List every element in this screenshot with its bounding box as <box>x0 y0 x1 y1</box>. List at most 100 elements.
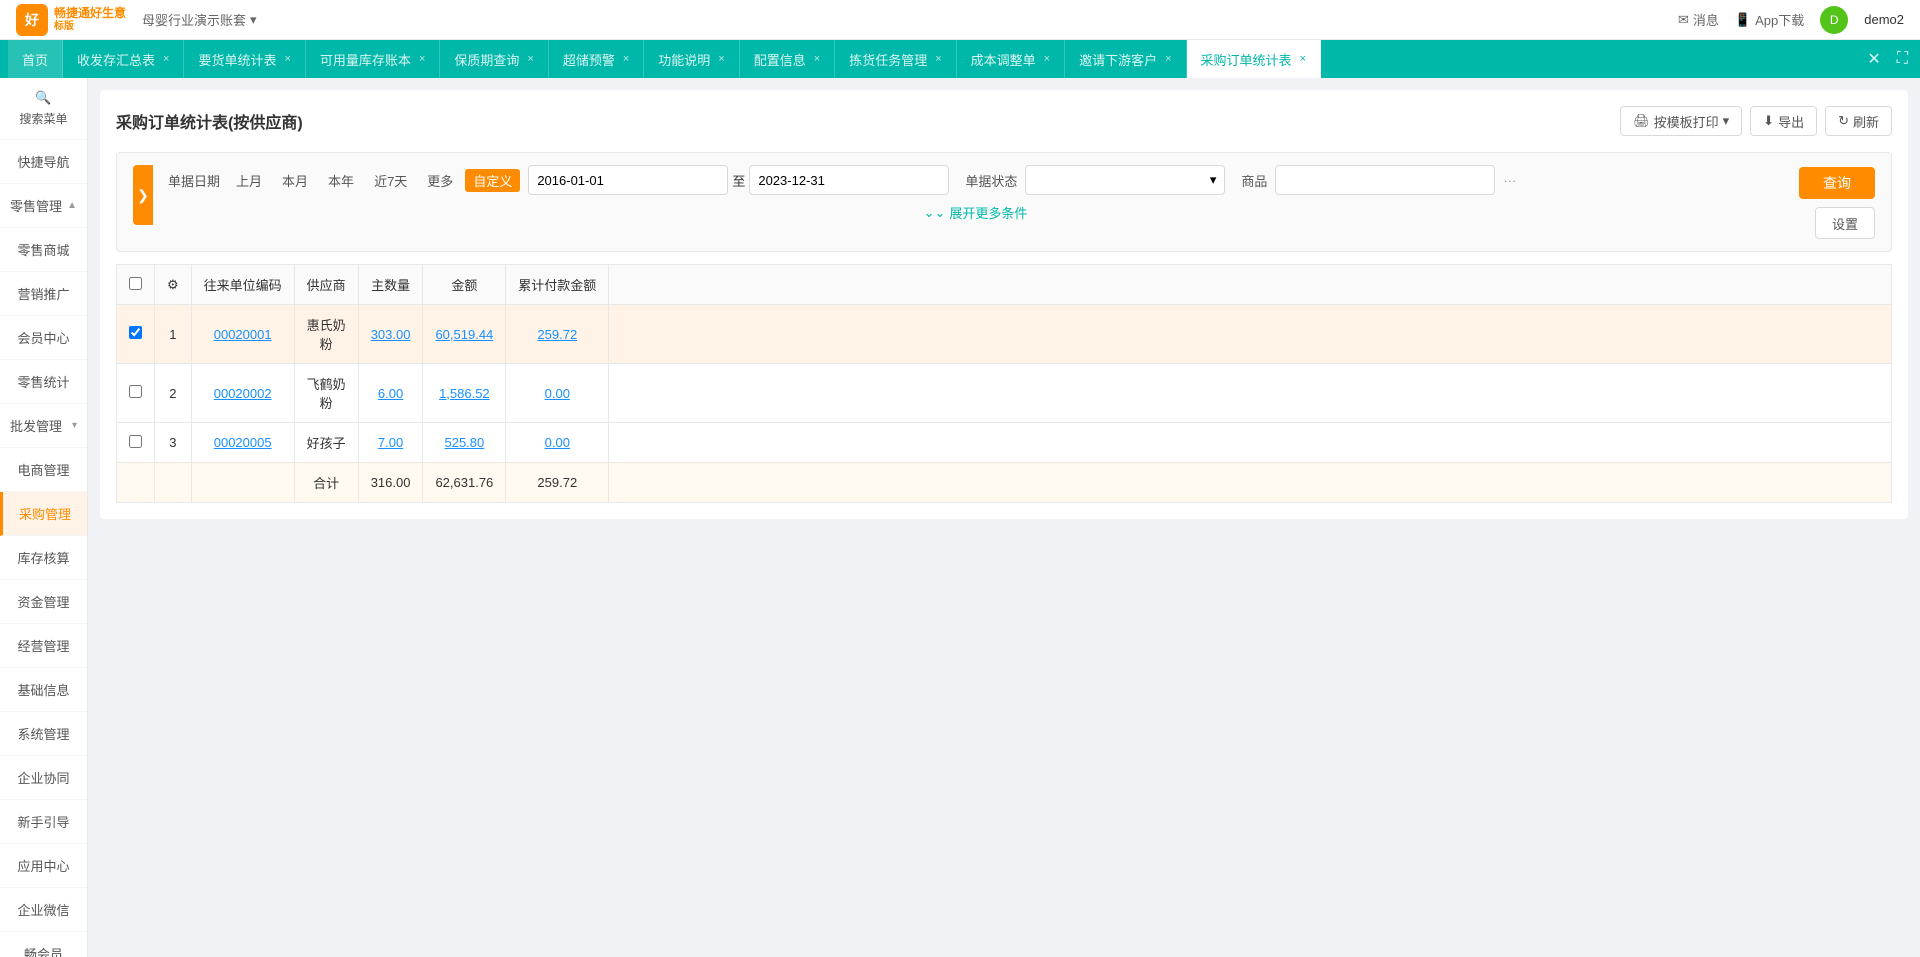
tab-expiry-query[interactable]: 保质期查询 × <box>440 40 548 78</box>
shortcut-custom[interactable]: 自定义 <box>465 169 520 192</box>
close-tab-order-stats[interactable]: × <box>284 53 290 65</box>
footer-amount: 62,631.76 <box>423 463 506 503</box>
settings-button[interactable]: 设置 <box>1815 207 1875 239</box>
filter-toggle-btn[interactable]: ❯ <box>133 165 153 225</box>
close-tab-expiry-query[interactable]: × <box>527 53 533 65</box>
close-tab-function-desc[interactable]: × <box>718 53 724 65</box>
search-icon: 🔍 <box>35 90 51 106</box>
refresh-button[interactable]: ↻ 刷新 <box>1825 106 1892 136</box>
app-download-btn[interactable]: 📱 App下载 <box>1735 10 1804 29</box>
tab-invite-downstream[interactable]: 邀请下游客户 × <box>1065 40 1186 78</box>
shortcut-7days[interactable]: 近7天 <box>366 169 415 192</box>
select-all-checkbox[interactable] <box>129 277 142 290</box>
tab-overstock[interactable]: 超储预警 × <box>549 40 644 78</box>
supplier-code[interactable]: 00020001 <box>191 305 294 364</box>
shortcut-this-month[interactable]: 本月 <box>274 169 316 192</box>
status-select[interactable]: ▾ <box>1025 165 1225 195</box>
sidebar-item-retail-mgmt[interactable]: 零售管理 ▲ <box>0 184 87 228</box>
sidebar-item-finance-mgmt[interactable]: 资金管理 <box>0 580 87 624</box>
sidebar-item-members[interactable]: 畅会员 <box>0 932 87 957</box>
close-tab-purchase-stats[interactable]: × <box>1300 53 1306 65</box>
header-amount: 金额 <box>423 265 506 305</box>
table-header-row: ⚙ 往来单位编码 供应商 主数量 金额 累计付款金额 <box>117 265 1892 305</box>
avatar[interactable]: D <box>1820 6 1848 34</box>
username-label[interactable]: demo2 <box>1864 12 1904 27</box>
sidebar-item-wholesale-mgmt[interactable]: 批发管理 ▾ <box>0 404 87 448</box>
goods-input[interactable] <box>1275 165 1495 195</box>
amount[interactable]: 525.80 <box>423 423 506 463</box>
goods-more-btn[interactable]: ··· <box>1503 173 1516 188</box>
tab-function-desc[interactable]: 功能说明 × <box>644 40 739 78</box>
print-button[interactable]: 🖨 按模板打印 ▾ <box>1620 106 1742 136</box>
sidebar-item-inventory-check[interactable]: 库存核算 <box>0 536 87 580</box>
tab-config-info[interactable]: 配置信息 × <box>740 40 835 78</box>
settings-col-header[interactable]: ⚙ <box>155 265 192 305</box>
nav-tabs: 首页 收发存汇总表 × 要货单统计表 × 可用量库存账本 × 保质期查询 × 超… <box>0 40 1920 78</box>
sidebar-item-app-center[interactable]: 应用中心 <box>0 844 87 888</box>
sidebar-item-new-guide[interactable]: 新手引导 <box>0 800 87 844</box>
sidebar-item-marketing[interactable]: 营销推广 <box>0 272 87 316</box>
maximize-btn[interactable]: ⛶ <box>1893 46 1912 72</box>
close-tab-cost-adjust[interactable]: × <box>1044 53 1050 65</box>
close-tab-receive-send[interactable]: × <box>163 53 169 65</box>
row-checkbox[interactable] <box>129 385 142 398</box>
date-range: 至 <box>528 165 949 195</box>
sidebar-item-basic-info[interactable]: 基础信息 <box>0 668 87 712</box>
row-checkbox[interactable] <box>129 435 142 448</box>
query-button[interactable]: 查询 <box>1799 167 1875 199</box>
header-main-qty: 主数量 <box>358 265 423 305</box>
expand-icon: ⌄⌄ <box>924 205 946 221</box>
tab-receive-send[interactable]: 收发存汇总表 × <box>63 40 184 78</box>
tab-home[interactable]: 首页 <box>8 40 63 78</box>
sidebar-item-retail-stats[interactable]: 零售统计 <box>0 360 87 404</box>
paid-amount[interactable]: 0.00 <box>506 364 609 423</box>
chevron-down-icon: ▾ <box>72 420 77 431</box>
close-tab-invite-downstream[interactable]: × <box>1165 53 1171 65</box>
workspace-selector[interactable]: 母婴行业演示账套 ▾ <box>134 6 265 33</box>
main-qty[interactable]: 7.00 <box>358 423 423 463</box>
sidebar-item-purchase-mgmt[interactable]: 采购管理 <box>0 492 87 536</box>
filter-main: 单据日期 上月 本月 本年 近7天 更多 自定义 <box>168 165 1783 222</box>
sidebar-search[interactable]: 🔍 搜索菜单 <box>0 78 87 140</box>
date-to-input[interactable] <box>749 165 949 195</box>
sidebar-item-enterprise-collab[interactable]: 企业协同 <box>0 756 87 800</box>
expand-btn[interactable]: ⌄⌄ 展开更多条件 <box>168 203 1783 222</box>
print-icon: 🖨 <box>1633 113 1650 129</box>
amount[interactable]: 1,586.52 <box>423 364 506 423</box>
sidebar-item-member-center[interactable]: 会员中心 <box>0 316 87 360</box>
shortcut-this-year[interactable]: 本年 <box>320 169 362 192</box>
paid-amount[interactable]: 259.72 <box>506 305 609 364</box>
message-btn[interactable]: ✉ 消息 <box>1678 10 1719 29</box>
close-tab-overstock[interactable]: × <box>623 53 629 65</box>
tab-order-stats[interactable]: 要货单统计表 × <box>184 40 305 78</box>
close-tab-inventory-ledger[interactable]: × <box>419 53 425 65</box>
main-qty[interactable]: 303.00 <box>358 305 423 364</box>
page-title-actions: 🖨 按模板打印 ▾ ⬇ 导出 ↻ 刷新 <box>1620 106 1892 136</box>
export-button[interactable]: ⬇ 导出 <box>1750 106 1817 136</box>
supplier-code[interactable]: 00020002 <box>191 364 294 423</box>
sidebar-item-retail-shop[interactable]: 零售商城 <box>0 228 87 272</box>
shortcut-last-month[interactable]: 上月 <box>228 169 270 192</box>
sidebar-item-ecommerce-mgmt[interactable]: 电商管理 <box>0 448 87 492</box>
date-from-input[interactable] <box>528 165 728 195</box>
tab-cost-adjust[interactable]: 成本调整单 × <box>957 40 1065 78</box>
row-checkbox[interactable] <box>129 326 142 339</box>
sidebar-item-enterprise-wechat[interactable]: 企业微信 <box>0 888 87 932</box>
supplier-code[interactable]: 00020005 <box>191 423 294 463</box>
tab-inventory-ledger[interactable]: 可用量库存账本 × <box>306 40 440 78</box>
logo-area: 好 畅捷通好生意 标版 <box>16 4 126 36</box>
paid-amount[interactable]: 0.00 <box>506 423 609 463</box>
table-footer: 合计 316.00 62,631.76 259.72 <box>117 463 1892 503</box>
amount[interactable]: 60,519.44 <box>423 305 506 364</box>
sidebar-item-operations-mgmt[interactable]: 经营管理 <box>0 624 87 668</box>
tab-purchase-stats[interactable]: 采购订单统计表 × <box>1187 40 1321 78</box>
close-tab-config-info[interactable]: × <box>814 53 820 65</box>
download-icon: 📱 <box>1735 12 1751 28</box>
shortcut-more[interactable]: 更多 <box>419 169 461 192</box>
close-all-tabs-btn[interactable]: ✕ <box>1863 45 1884 73</box>
main-qty[interactable]: 6.00 <box>358 364 423 423</box>
close-tab-pick-task[interactable]: × <box>935 53 941 65</box>
sidebar-item-system-mgmt[interactable]: 系统管理 <box>0 712 87 756</box>
tab-pick-task[interactable]: 拣货任务管理 × <box>835 40 956 78</box>
sidebar-shortcut[interactable]: 快捷导航 <box>0 140 87 184</box>
